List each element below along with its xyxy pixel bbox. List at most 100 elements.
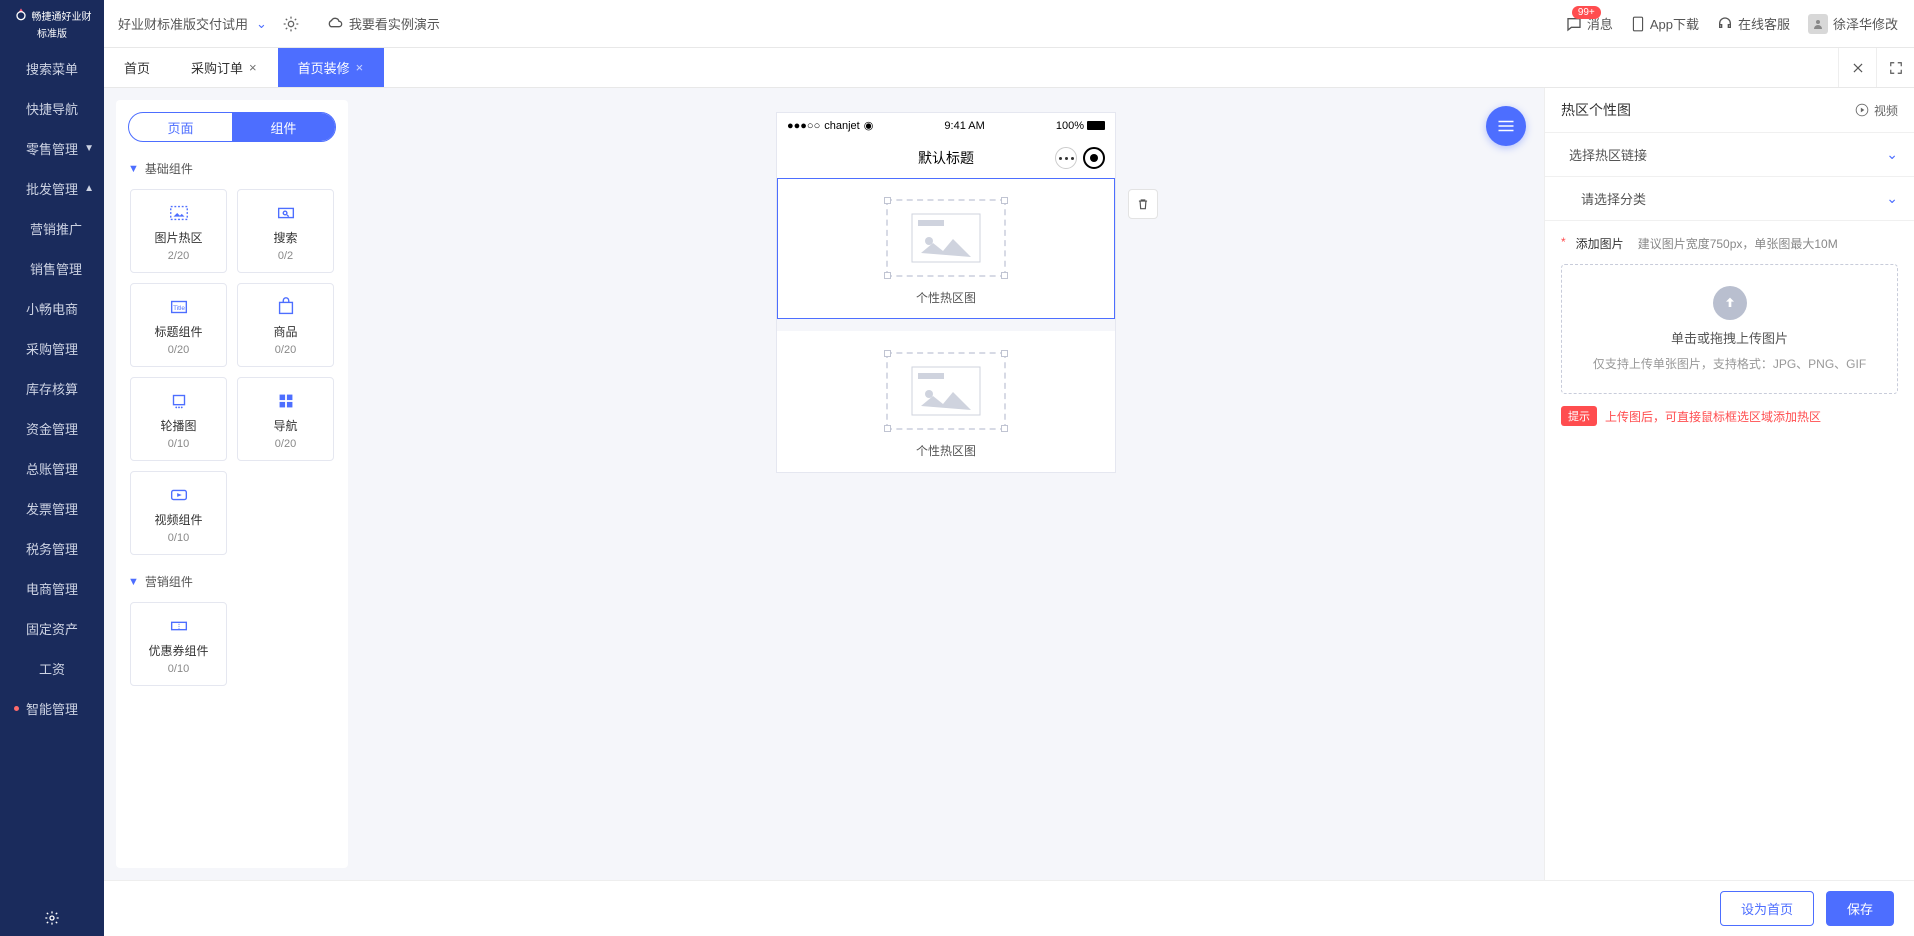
required-star-icon: *	[1561, 235, 1566, 249]
props-title: 热区个性图	[1561, 100, 1631, 120]
block-label: 个性热区图	[778, 442, 1114, 459]
play-circle-icon	[1855, 103, 1869, 117]
search-module-icon	[275, 201, 297, 225]
tab-home-decor[interactable]: 首页装修×	[278, 48, 385, 87]
comp-image-hotspot[interactable]: 图片热区2/20	[130, 189, 227, 273]
nav-icon	[275, 389, 297, 413]
segment-page[interactable]: 页面	[129, 113, 232, 141]
cloud-icon	[327, 17, 343, 31]
messages-badge: 99+	[1572, 6, 1601, 19]
user-name: 徐泽华修改	[1833, 14, 1898, 33]
video-icon	[168, 483, 190, 507]
bottom-action-bar: 设为首页 保存	[104, 880, 1914, 936]
canvas-block-hotspot-1[interactable]: 个性热区图	[777, 178, 1115, 319]
brand-version: 标准版	[37, 25, 67, 40]
red-dot-icon	[14, 706, 19, 711]
sidebar-item-invoice[interactable]: 发票管理	[0, 488, 104, 528]
header-right: 99+ 消息 App下载 在线客服 徐泽华修改	[1566, 14, 1914, 34]
trash-icon	[1136, 197, 1150, 211]
comp-carousel[interactable]: 轮播图0/10	[130, 377, 227, 461]
upload-sub-text: 仅支持上传单张图片，支持格式：JPG、PNG、GIF	[1593, 355, 1866, 372]
comp-nav[interactable]: 导航0/20	[237, 377, 334, 461]
sidebar-item-intelligence[interactable]: 智能管理	[0, 688, 104, 728]
segment-components[interactable]: 组件	[232, 113, 335, 141]
floating-menu-button[interactable]	[1486, 106, 1526, 146]
sidebar-item-assets[interactable]: 固定资产	[0, 608, 104, 648]
product-dropdown[interactable]: 好业财标准版交付试用 ⌄	[118, 14, 267, 33]
group-basic-toggle[interactable]: ▼基础组件	[116, 154, 348, 183]
sidebar-quicknav[interactable]: 快捷导航	[0, 88, 104, 128]
phone-title-bar: 默认标题	[777, 138, 1115, 178]
svg-text:Title: Title	[173, 304, 185, 311]
canvas-block-hotspot-2[interactable]: 个性热区图	[777, 331, 1115, 472]
video-tutorial-link[interactable]: 视频	[1855, 102, 1898, 119]
upload-main-text: 单击或拖拽上传图片	[1671, 328, 1788, 347]
goods-icon	[275, 295, 297, 319]
settings-button[interactable]	[283, 16, 299, 32]
comp-search[interactable]: 搜索0/2	[237, 189, 334, 273]
sidebar-item-inventory[interactable]: 库存核算	[0, 368, 104, 408]
close-all-tabs-button[interactable]	[1838, 48, 1876, 87]
sidebar-search[interactable]: 搜索菜单	[0, 48, 104, 88]
sidebar-item-marketing[interactable]: 营销推广	[0, 208, 104, 248]
product-name: 好业财标准版交付试用	[118, 14, 248, 33]
tab-purchase-order[interactable]: 采购订单×	[171, 48, 278, 87]
group-marketing-toggle[interactable]: ▼营销组件	[116, 567, 348, 596]
link-select-row[interactable]: 选择热区链接 ⌄	[1545, 133, 1914, 177]
delete-block-button[interactable]	[1128, 189, 1158, 219]
logo-area: 畅捷通好业财 标准版	[0, 0, 104, 48]
tab-home[interactable]: 首页	[104, 48, 171, 87]
link-select-label: 选择热区链接	[1569, 145, 1647, 164]
picture-icon	[911, 213, 981, 263]
set-home-button[interactable]: 设为首页	[1720, 891, 1814, 926]
chevron-down-icon: ⌄	[256, 16, 267, 32]
add-image-label: 添加图片	[1576, 235, 1624, 252]
picture-icon	[911, 366, 981, 416]
carousel-icon	[168, 389, 190, 413]
sidebar-settings[interactable]	[0, 900, 104, 936]
phone-time: 9:41 AM	[944, 120, 984, 132]
image-icon	[168, 201, 190, 225]
sidebar-item-wholesale[interactable]: 批发管理▲	[0, 168, 104, 208]
user-menu[interactable]: 徐泽华修改	[1808, 14, 1898, 34]
segment-control: 页面 组件	[128, 112, 336, 142]
support-button[interactable]: 在线客服	[1717, 14, 1790, 33]
phone-close-button[interactable]	[1083, 147, 1105, 169]
sidebar-item-ecommerce-small[interactable]: 小畅电商	[0, 288, 104, 328]
fullscreen-button[interactable]	[1876, 48, 1914, 87]
sidebar-item-tax[interactable]: 税务管理	[0, 528, 104, 568]
sidebar-item-ledger[interactable]: 总账管理	[0, 448, 104, 488]
image-upload-zone[interactable]: 单击或拖拽上传图片 仅支持上传单张图片，支持格式：JPG、PNG、GIF	[1561, 264, 1898, 394]
messages-button[interactable]: 99+ 消息	[1566, 14, 1613, 33]
close-icon[interactable]: ×	[249, 60, 257, 75]
comp-title[interactable]: Title标题组件0/20	[130, 283, 227, 367]
close-icon[interactable]: ×	[356, 60, 364, 75]
sidebar-item-salary[interactable]: 工资	[0, 648, 104, 688]
support-label: 在线客服	[1738, 14, 1790, 33]
comp-video[interactable]: 视频组件0/10	[130, 471, 227, 555]
category-select-label: 请选择分类	[1581, 189, 1646, 208]
tip-badge: 提示	[1561, 406, 1597, 426]
title-icon: Title	[168, 295, 190, 319]
caret-down-icon: ▼	[84, 143, 94, 154]
save-button[interactable]: 保存	[1826, 891, 1894, 926]
download-label: App下载	[1650, 14, 1699, 33]
download-button[interactable]: App下载	[1631, 14, 1699, 33]
sidebar-item-sales[interactable]: 销售管理	[0, 248, 104, 288]
block-label: 个性热区图	[778, 289, 1114, 306]
demo-label: 我要看实例演示	[349, 14, 440, 33]
properties-panel: 热区个性图 视频 选择热区链接 ⌄ 请选择分类 ⌄ * 添加图片 建议图片宽度7…	[1544, 88, 1914, 880]
sidebar-item-purchase[interactable]: 采购管理	[0, 328, 104, 368]
sidebar-item-ecommerce[interactable]: 电商管理	[0, 568, 104, 608]
image-placeholder	[886, 199, 1006, 277]
sidebar-item-retail[interactable]: 零售管理▼	[0, 128, 104, 168]
phone-more-button[interactable]	[1055, 147, 1077, 169]
coupon-icon	[168, 614, 190, 638]
component-panel: 页面 组件 ▼基础组件 图片热区2/20 搜索0/2 Title标题组件0/20…	[116, 100, 348, 868]
demo-link[interactable]: 我要看实例演示	[327, 14, 440, 33]
comp-goods[interactable]: 商品0/20	[237, 283, 334, 367]
comp-coupon[interactable]: 优惠券组件0/10	[130, 602, 227, 686]
sidebar-item-funds[interactable]: 资金管理	[0, 408, 104, 448]
category-select-row[interactable]: 请选择分类 ⌄	[1545, 177, 1914, 221]
avatar-icon	[1808, 14, 1828, 34]
